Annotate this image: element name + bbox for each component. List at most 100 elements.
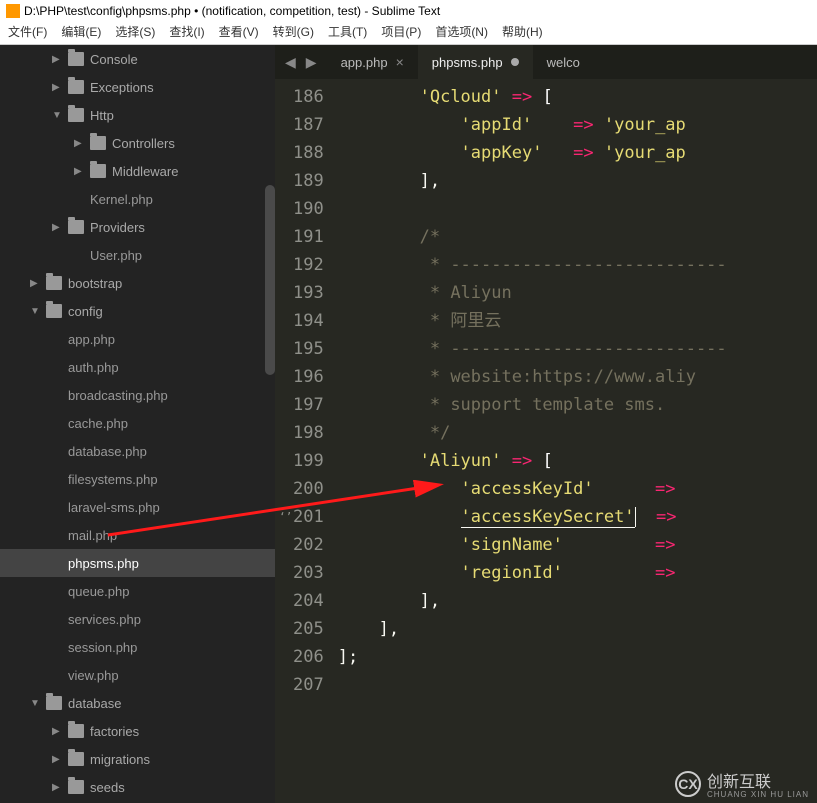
arrow-icon[interactable] <box>52 222 62 233</box>
menu-help[interactable]: 帮助(H) <box>502 23 543 42</box>
line-number[interactable]: 197 <box>293 391 324 419</box>
sidebar-folder[interactable]: bootstrap <box>0 269 275 297</box>
menu-edit[interactable]: 编辑(E) <box>61 23 101 42</box>
arrow-icon[interactable] <box>74 138 84 149</box>
code-content[interactable]: 'Qcloud' => [ 'appId' => 'your_ap 'appKe… <box>334 79 727 803</box>
sidebar-file[interactable]: broadcasting.php <box>0 381 275 409</box>
sidebar-folder[interactable]: Middleware <box>0 157 275 185</box>
code-line[interactable]: 'accessKeySecret' => <box>338 503 727 531</box>
line-number[interactable]: 194 <box>293 307 324 335</box>
line-number[interactable]: 207 <box>293 671 324 699</box>
line-number[interactable]: 196 <box>293 363 324 391</box>
code-line[interactable] <box>338 195 727 223</box>
code-line[interactable]: ], <box>338 167 727 195</box>
line-number[interactable]: 206 <box>293 643 324 671</box>
code-line[interactable]: * --------------------------- <box>338 251 727 279</box>
arrow-icon[interactable] <box>30 278 40 289</box>
sidebar-file[interactable]: mail.php <box>0 521 275 549</box>
code-line[interactable]: 'regionId' => <box>338 559 727 587</box>
menu-project[interactable]: 项目(P) <box>381 23 421 42</box>
line-number[interactable]: 195 <box>293 335 324 363</box>
line-number[interactable]: 203 <box>293 559 324 587</box>
sidebar-file[interactable]: filesystems.php <box>0 465 275 493</box>
code-line[interactable]: 'appKey' => 'your_ap <box>338 139 727 167</box>
code-line[interactable]: */ <box>338 419 727 447</box>
line-number[interactable]: 192 <box>293 251 324 279</box>
line-number[interactable]: 202 <box>293 531 324 559</box>
sidebar-folder[interactable]: config <box>0 297 275 325</box>
code-line[interactable]: ], <box>338 587 727 615</box>
line-number[interactable]: 186 <box>293 83 324 111</box>
line-number[interactable]: 199 <box>293 447 324 475</box>
tab-next-button[interactable]: ▶ <box>302 52 321 73</box>
line-number[interactable]: 205 <box>293 615 324 643</box>
code-line[interactable]: 'appId' => 'your_ap <box>338 111 727 139</box>
code-line[interactable]: 'Qcloud' => [ <box>338 83 727 111</box>
sidebar-file[interactable]: session.php <box>0 633 275 661</box>
sidebar-folder[interactable]: Console <box>0 45 275 73</box>
line-number[interactable]: 200 <box>293 475 324 503</box>
code-editor[interactable]: 1861871881891901911921931941951961971981… <box>275 79 817 803</box>
menu-file[interactable]: 文件(F) <box>8 23 47 42</box>
sidebar-file[interactable]: phpsms.php <box>0 549 275 577</box>
sidebar-folder[interactable]: migrations <box>0 745 275 773</box>
line-number[interactable]: 187 <box>293 111 324 139</box>
tab-app-php[interactable]: app.php × <box>327 45 418 79</box>
sidebar-folder[interactable]: seeds <box>0 773 275 801</box>
code-line[interactable]: 'accessKeyId' => <box>338 475 727 503</box>
sidebar-file[interactable]: queue.php <box>0 577 275 605</box>
arrow-icon[interactable] <box>52 754 62 765</box>
sidebar-folder[interactable]: Providers <box>0 213 275 241</box>
line-number[interactable]: 201 <box>293 503 324 531</box>
sidebar-folder[interactable]: factories <box>0 717 275 745</box>
menu-preferences[interactable]: 首选项(N) <box>435 23 488 42</box>
arrow-icon[interactable] <box>74 166 84 177</box>
line-number[interactable]: 193 <box>293 279 324 307</box>
arrow-icon[interactable] <box>52 726 62 737</box>
menu-view[interactable]: 查看(V) <box>219 23 259 42</box>
tab-welcome[interactable]: welco <box>533 45 594 79</box>
sidebar-folder[interactable]: database <box>0 689 275 717</box>
tab-phpsms-php[interactable]: phpsms.php <box>418 45 533 79</box>
sidebar-file[interactable]: auth.php <box>0 353 275 381</box>
code-line[interactable]: 'signName' => <box>338 531 727 559</box>
arrow-icon[interactable] <box>30 306 40 317</box>
close-icon[interactable]: × <box>396 54 404 70</box>
code-line[interactable]: /* <box>338 223 727 251</box>
tab-prev-button[interactable]: ◀ <box>281 52 300 73</box>
menu-find[interactable]: 查找(I) <box>169 23 204 42</box>
arrow-icon[interactable] <box>52 110 62 121</box>
sidebar-file[interactable]: laravel-sms.php <box>0 493 275 521</box>
code-line[interactable]: * support template sms. <box>338 391 727 419</box>
line-number[interactable]: 198 <box>293 419 324 447</box>
menu-tools[interactable]: 工具(T) <box>328 23 367 42</box>
line-number[interactable]: 204 <box>293 587 324 615</box>
arrow-icon[interactable] <box>30 698 40 709</box>
code-line[interactable]: * website:https://www.aliy <box>338 363 727 391</box>
code-line[interactable]: ], <box>338 615 727 643</box>
sidebar-folder[interactable]: Http <box>0 101 275 129</box>
arrow-icon[interactable] <box>52 82 62 93</box>
arrow-icon[interactable] <box>52 782 62 793</box>
line-number[interactable]: 190 <box>293 195 324 223</box>
code-line[interactable]: * 阿里云 <box>338 307 727 335</box>
line-number[interactable]: 191 <box>293 223 324 251</box>
sidebar-file[interactable]: services.php <box>0 605 275 633</box>
sidebar-file[interactable]: app.php <box>0 325 275 353</box>
code-line[interactable]: * Aliyun <box>338 279 727 307</box>
sidebar-scrollbar[interactable] <box>265 185 275 375</box>
sidebar-file[interactable]: view.php <box>0 661 275 689</box>
sidebar-file[interactable]: database.php <box>0 437 275 465</box>
line-number[interactable]: 189 <box>293 167 324 195</box>
code-line[interactable] <box>338 671 727 699</box>
code-line[interactable]: * --------------------------- <box>338 335 727 363</box>
sidebar-file[interactable]: User.php <box>0 241 275 269</box>
sidebar-folder[interactable]: Exceptions <box>0 73 275 101</box>
menu-goto[interactable]: 转到(G) <box>273 23 314 42</box>
sidebar-file[interactable]: cache.php <box>0 409 275 437</box>
menu-select[interactable]: 选择(S) <box>115 23 155 42</box>
sidebar-folder[interactable]: Controllers <box>0 129 275 157</box>
sidebar-file[interactable]: Kernel.php <box>0 185 275 213</box>
arrow-icon[interactable] <box>52 54 62 65</box>
line-number[interactable]: 188 <box>293 139 324 167</box>
